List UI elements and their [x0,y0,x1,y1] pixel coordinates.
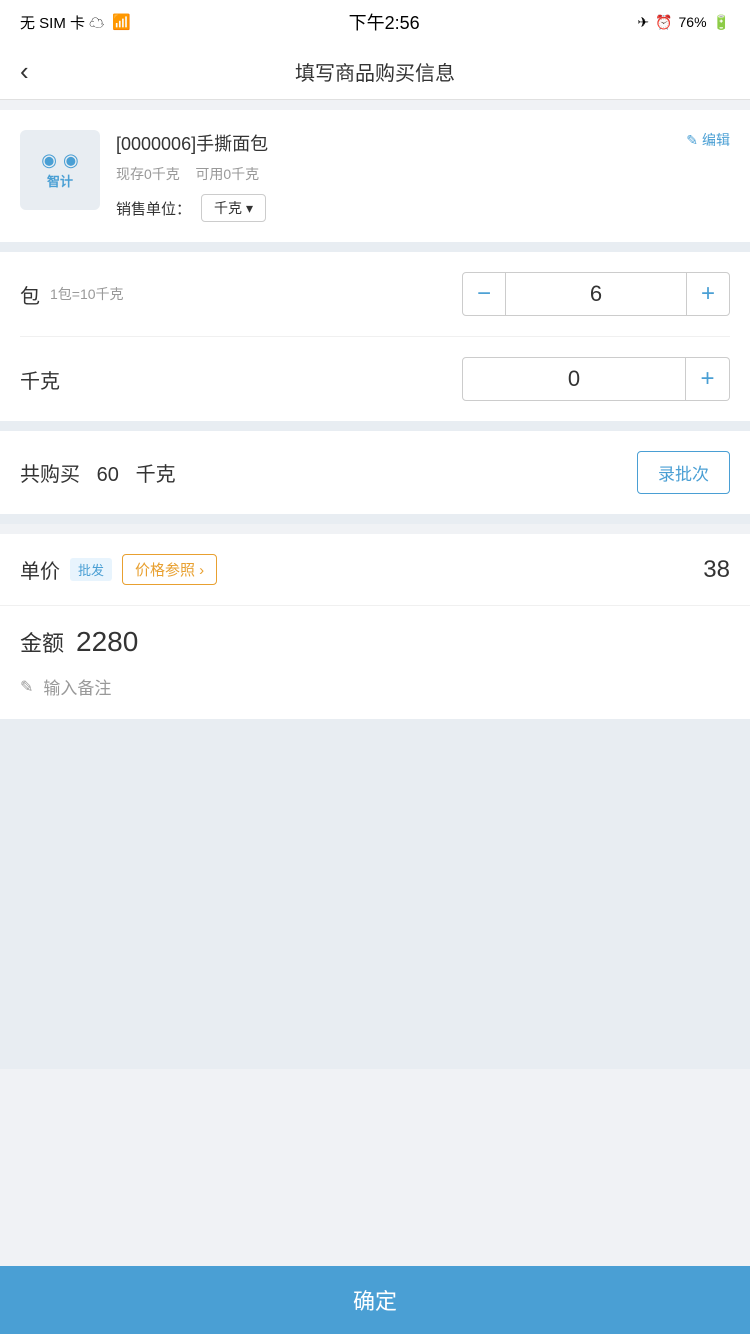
kg-stepper: + [462,357,730,401]
status-right: ✈ ⏰ 76% 🔋 [637,14,730,31]
alarm-icon: ⏰ [655,14,672,31]
divider-2 [0,421,750,431]
status-left: 无 SIM 卡 ☁ 📶 [20,12,131,33]
owl-eyes-icon: ◉◉ [41,150,78,171]
product-logo: ◉◉ 智计 [41,150,78,190]
price-tag: 批发 [70,558,112,581]
price-value: 38 [703,556,730,584]
pencil-icon: ✎ [20,677,33,697]
price-label: 单价 [20,555,60,584]
total-text: 共购买 60 千克 [20,458,176,487]
package-input-row: 包 1包=10千克 − + [20,252,730,337]
total-section: 共购买 60 千克 录批次 [0,431,750,514]
package-minus-button[interactable]: − [462,272,506,316]
owl-text-icon: 智计 [47,171,73,190]
total-label: 共购买 [20,464,80,486]
status-time: 下午2:56 [349,9,420,35]
input-section: 包 1包=10千克 − + 千克 + [0,252,750,421]
divider-3 [0,514,750,524]
confirm-bar[interactable]: 确定 [0,1266,750,1334]
package-input[interactable] [506,272,686,316]
wifi-icon: 📶 [112,13,131,31]
package-hint: 1包=10千克 [50,284,124,304]
confirm-label: 确定 [353,1284,397,1316]
sim-status: 无 SIM 卡 ☁ [20,12,104,33]
price-ref-button[interactable]: 价格参照 › [122,554,217,585]
battery-icon: 🔋 [713,14,730,31]
page-title: 填写商品购买信息 [295,57,455,86]
edit-icon: ✎ [686,132,698,149]
kg-input[interactable] [462,357,686,401]
product-card: ◉◉ 智计 [0000006]手撕面包 ✎ 编辑 现存0千克 可用0千克 销售单… [0,110,750,242]
divider-1 [0,242,750,252]
kg-label-text: 千克 [20,365,60,394]
price-section: 单价 批发 价格参照 › 38 [0,534,750,605]
unit-select[interactable]: 千克 ▾ [201,194,266,222]
note-row[interactable]: ✎ 输入备注 [20,674,730,699]
nav-bar: ‹ 填写商品购买信息 [0,44,750,100]
unit-label: 销售单位： [116,198,191,219]
back-button[interactable]: ‹ [20,56,29,87]
product-stock: 现存0千克 可用0千克 [116,164,730,184]
unit-value: 千克 [214,198,242,218]
unit-chevron-icon: ▾ [246,200,253,217]
gray-area [0,719,750,1069]
note-placeholder: 输入备注 [43,674,111,699]
available-label: 可用0千克 [195,166,259,182]
kg-label: 千克 [20,365,60,394]
package-stepper: − + [462,272,730,316]
batch-button[interactable]: 录批次 [637,451,730,494]
product-unit-row: 销售单位： 千克 ▾ [116,194,730,222]
total-unit: 千克 [136,464,176,486]
kg-input-row: 千克 + [20,337,730,421]
kg-plus-button[interactable]: + [686,357,730,401]
amount-section: 金额 2280 ✎ 输入备注 [0,605,750,719]
package-label: 包 1包=10千克 [20,280,124,309]
amount-label: 金额 [20,626,64,658]
edit-label: 编辑 [702,130,730,150]
package-label-text: 包 [20,280,40,309]
status-bar: 无 SIM 卡 ☁ 📶 下午2:56 ✈ ⏰ 76% 🔋 [0,0,750,44]
product-info: [0000006]手撕面包 ✎ 编辑 现存0千克 可用0千克 销售单位： 千克 … [116,130,730,222]
product-name: [0000006]手撕面包 [116,130,268,156]
amount-value: 2280 [76,626,138,658]
stock-label: 现存0千克 [116,166,180,182]
amount-row: 金额 2280 [20,626,730,658]
location-icon: ✈ [637,14,649,31]
product-header: [0000006]手撕面包 ✎ 编辑 [116,130,730,164]
package-plus-button[interactable]: + [686,272,730,316]
price-label-row: 单价 批发 价格参照 › [20,554,217,585]
product-image: ◉◉ 智计 [20,130,100,210]
battery-level: 76% [679,14,707,30]
edit-button[interactable]: ✎ 编辑 [686,130,730,150]
total-quantity: 60 [97,464,119,486]
